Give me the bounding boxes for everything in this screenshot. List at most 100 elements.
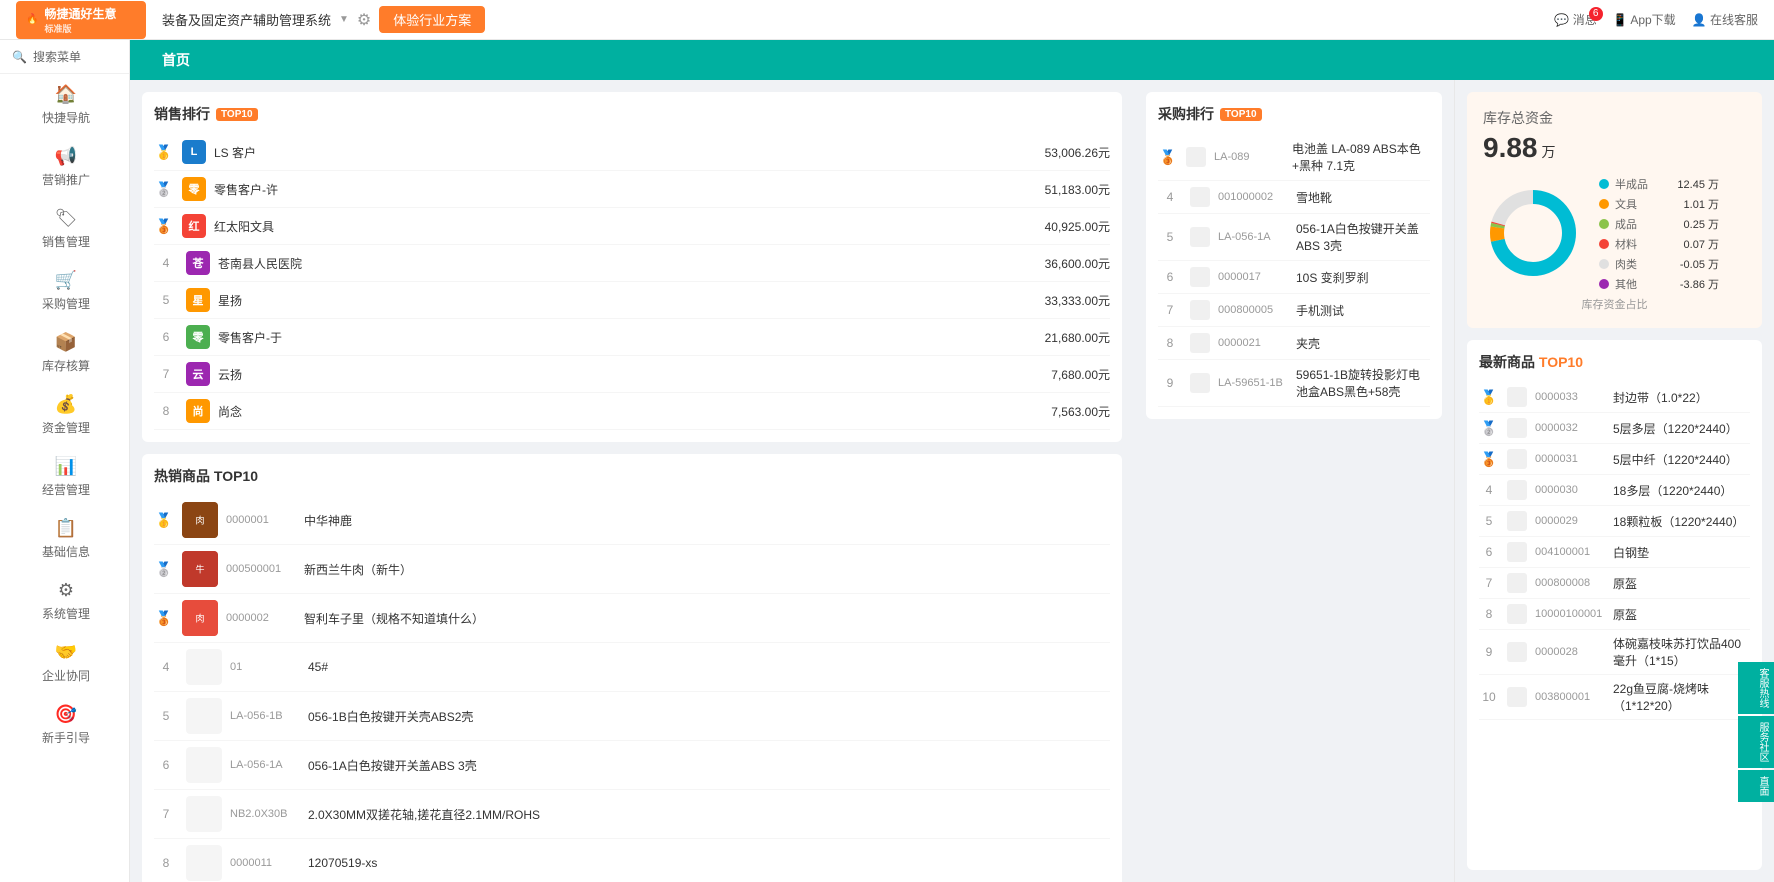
product-thumbnail [1190, 373, 1210, 393]
trial-button[interactable]: 体验行业方案 [379, 6, 485, 33]
product-thumbnail [186, 796, 222, 832]
customer-name: 云扬 [218, 366, 1043, 383]
product-name: 18多层（1220*2440） [1613, 482, 1750, 499]
product-code: 0000017 [1218, 271, 1288, 283]
sidebar-item-operation[interactable]: 📊 经营管理 [0, 446, 129, 508]
list-item: 🥉 0000031 5层中纤（1220*2440） [1479, 444, 1750, 475]
hot-title-text: 热销商品 TOP10 [154, 466, 258, 486]
legend-value: 12.45 万 [1677, 176, 1719, 192]
purchase-badge: TOP10 [1220, 108, 1262, 121]
sidebar-item-label: 营销推广 [42, 171, 90, 188]
customer-name: 零售客户-于 [218, 329, 1037, 346]
sidebar-item-guide[interactable]: 🎯 新手引导 [0, 694, 129, 756]
product-code: 0000011 [230, 857, 300, 869]
list-item: 🥈 牛 000500001 新西兰牛肉（新牛） [154, 545, 1110, 594]
rank-number: 7 [154, 367, 178, 381]
avatar: 星 [186, 288, 210, 312]
sidebar-item-marketing[interactable]: 📢 营销推广 [0, 136, 129, 198]
rank-number: 5 [1479, 514, 1499, 528]
product-name: 体碗嘉枝味苏打饮品400毫升（1*15） [1613, 635, 1750, 669]
legend-value: 0.25 万 [1684, 216, 1719, 232]
app-download-btn[interactable]: 📱 App下载 [1613, 11, 1676, 28]
rank-number: 6 [154, 330, 178, 344]
direct-button[interactable]: 直面 [1738, 770, 1774, 802]
sales-amount: 33,333.00元 [1045, 292, 1110, 309]
message-icon: 💬 [1554, 13, 1569, 27]
table-row: 9 LA-59651-1B 59651-1B旋转投影灯电池盒ABS黑色+58壳 [1158, 360, 1430, 407]
sidebar-search[interactable]: 🔍 搜索菜单 [0, 40, 129, 74]
list-item: 🥉 肉 0000002 智利车子里（规格不知道填什么） [154, 594, 1110, 643]
product-name: 智利车子里（规格不知道填什么） [304, 610, 1110, 627]
table-row: 7 000800005 手机测试 [1158, 294, 1430, 327]
legend-color-dot [1599, 279, 1609, 289]
product-thumbnail [1507, 642, 1527, 662]
legend-item: 半成品 12.45 万 [1599, 176, 1719, 192]
medal-icon: 🥉 [154, 610, 174, 627]
list-item: 4 0000030 18多层（1220*2440） [1479, 475, 1750, 506]
sidebar-item-coop[interactable]: 🤝 企业协同 [0, 632, 129, 694]
donut-chart [1483, 183, 1583, 286]
list-item: 7 000800008 原盔 [1479, 568, 1750, 599]
sidebar: 🔍 搜索菜单 🏠 快捷导航 📢 营销推广 🏷 销售管理 🛒 采购管理 📦 库存核… [0, 40, 130, 882]
topbar-right: 💬 消息 6 📱 App下载 👤 在线客服 [1554, 11, 1758, 28]
purchase-title-text: 采购排行 [1158, 104, 1214, 124]
legend-item: 材料 0.07 万 [1599, 236, 1719, 252]
product-name: 45# [308, 660, 1110, 674]
message-btn[interactable]: 💬 消息 6 [1554, 11, 1596, 28]
sidebar-item-quick-nav[interactable]: 🏠 快捷导航 [0, 74, 129, 136]
main-layout: 🔍 搜索菜单 🏠 快捷导航 📢 营销推广 🏷 销售管理 🛒 采购管理 📦 库存核… [0, 40, 1774, 882]
legend-item: 成品 0.25 万 [1599, 216, 1719, 232]
rank-number: 7 [1158, 303, 1182, 317]
sidebar-item-purchase[interactable]: 🛒 采购管理 [0, 260, 129, 322]
sidebar-item-label: 库存核算 [42, 357, 90, 374]
medal-icon: 🥈 [1479, 420, 1499, 437]
inventory-title: 库存总资金 [1483, 108, 1746, 128]
tab-home[interactable]: 首页 [146, 40, 206, 80]
product-code: 001000002 [1218, 191, 1288, 203]
operation-icon: 📊 [55, 456, 77, 477]
list-item: 7 NB2.0X30B 2.0X30MM双搓花轴,搓花直径2.1MM/ROHS [154, 790, 1110, 839]
legend-value: 1.01 万 [1684, 196, 1719, 212]
community-button[interactable]: 服务社区 [1738, 716, 1774, 768]
rank-number: 6 [1479, 545, 1499, 559]
product-thumbnail [1507, 480, 1527, 500]
product-code: 01 [230, 661, 300, 673]
legend-color-dot [1599, 199, 1609, 209]
hot-products-card: 热销商品 TOP10 🥇 肉 0000001 中华神鹿 🥈 [142, 454, 1122, 882]
sidebar-item-system[interactable]: ⚙ 系统管理 [0, 570, 129, 632]
product-code: 003800001 [1535, 691, 1605, 703]
sidebar-item-finance[interactable]: 💰 资金管理 [0, 384, 129, 446]
customer-name: 尚念 [218, 403, 1043, 420]
avatar: 云 [186, 362, 210, 386]
product-code: 0000001 [226, 514, 296, 526]
product-code: LA-089 [1214, 151, 1284, 163]
sidebar-item-basic[interactable]: 📋 基础信息 [0, 508, 129, 570]
product-name: 原盔 [1613, 606, 1750, 623]
table-row: 5 LA-056-1A 056-1A白色按键开关盖ABS 3壳 [1158, 214, 1430, 261]
list-item: 🥇 肉 0000001 中华神鹿 [154, 496, 1110, 545]
product-thumbnail [1190, 267, 1210, 287]
online-service-btn[interactable]: 👤 在线客服 [1692, 11, 1758, 28]
rank-number: 9 [1479, 645, 1499, 659]
settings-icon[interactable]: ⚙ [357, 10, 371, 30]
system-selector[interactable]: 装备及固定资产辅助管理系统 ▼ [162, 10, 349, 29]
avatar: 红 [182, 214, 206, 238]
logo-icon: 🔥 [26, 14, 38, 25]
sales-badge: TOP10 [216, 108, 258, 121]
customer-service-button[interactable]: 客服热线 [1738, 662, 1774, 714]
new-products-card: 最新商品 TOP10 🥇 0000033 封边带（1.0*22） 🥈 00000… [1467, 340, 1762, 870]
sidebar-item-inventory[interactable]: 📦 库存核算 [0, 322, 129, 384]
system-icon: ⚙ [58, 580, 74, 601]
legend-value: -3.86 万 [1680, 276, 1719, 292]
table-row: 6 0000017 10S 变刹罗刹 [1158, 261, 1430, 294]
sidebar-item-label: 经营管理 [42, 481, 90, 498]
list-item: 6 LA-056-1A 056-1A白色按键开关盖ABS 3壳 [154, 741, 1110, 790]
list-item: 8 0000011 12070519-xs [154, 839, 1110, 882]
service-icon: 👤 [1692, 13, 1707, 27]
list-item: 4 01 45# [154, 643, 1110, 692]
product-name: 封边带（1.0*22） [1613, 389, 1750, 406]
product-thumbnail [1507, 511, 1527, 531]
middle-section: 采购排行 TOP10 🥉 LA-089 电池盖 LA-089 ABS本色+黑种 … [1134, 80, 1454, 882]
sidebar-item-sales[interactable]: 🏷 销售管理 [0, 198, 129, 260]
rank-number: 7 [1479, 576, 1499, 590]
